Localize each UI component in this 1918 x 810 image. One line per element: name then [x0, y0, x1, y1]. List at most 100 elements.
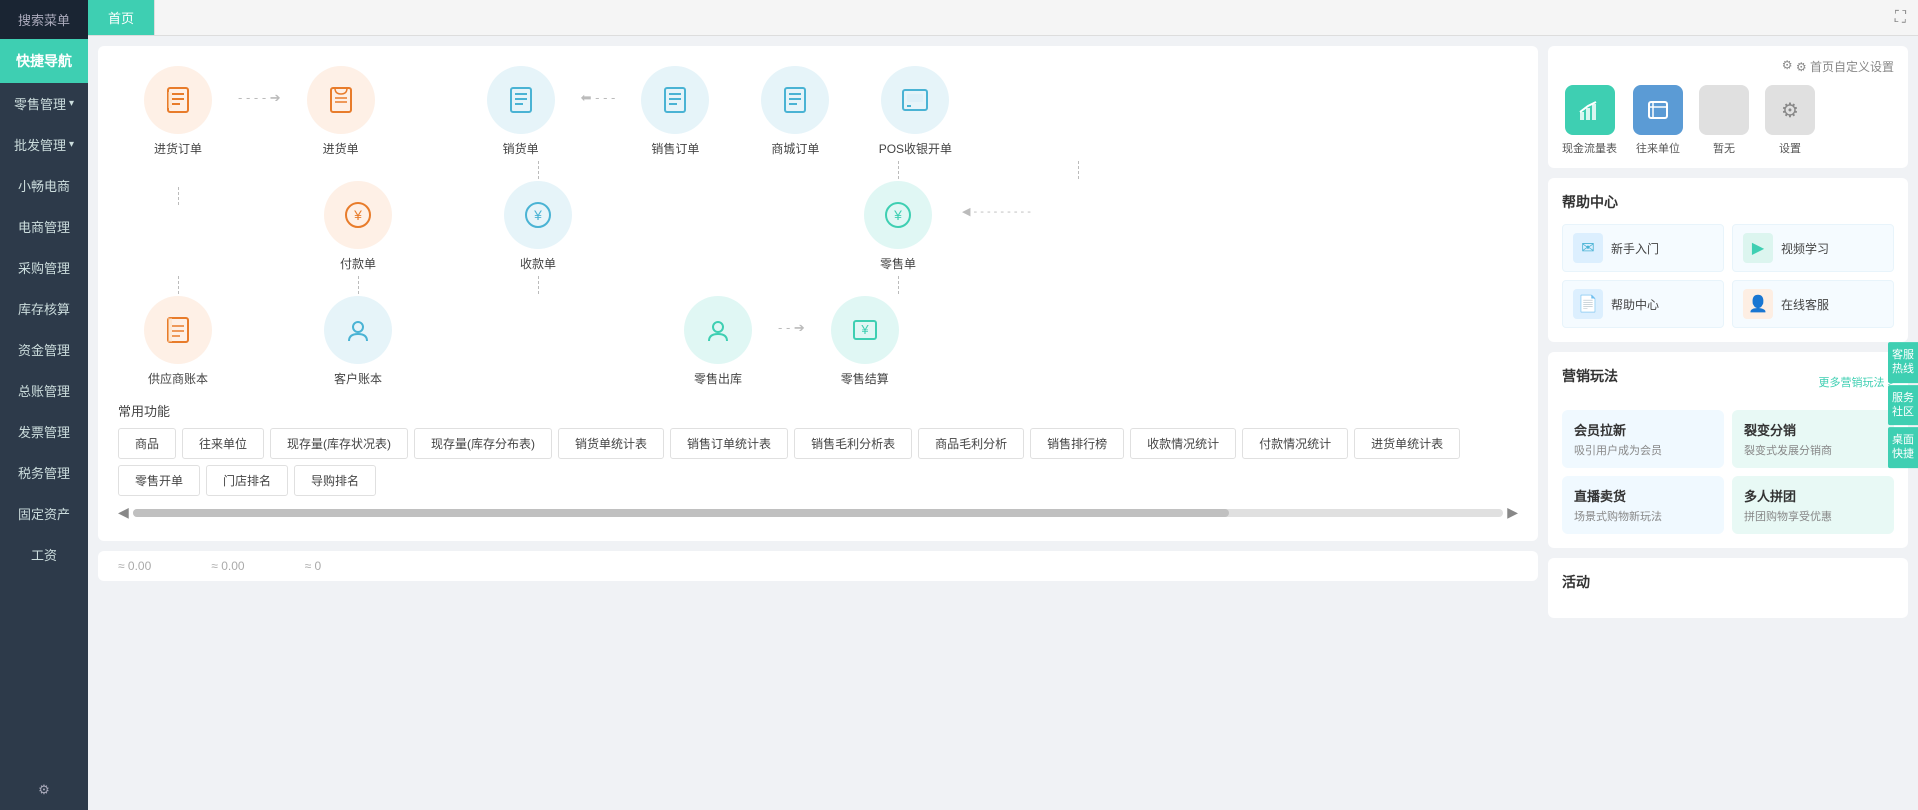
- sidebar-item-ecom-mgmt[interactable]: 电商管理: [0, 206, 88, 247]
- main-panel: 进货订单 - - - - ➔ 进货单: [88, 36, 1548, 810]
- marketing-grid: 会员拉新 吸引用户成为会员 裂变分销 裂变式发展分销商 直播卖货 场景式购物新玩…: [1562, 410, 1894, 534]
- quick-icon-contacts[interactable]: 往来单位: [1633, 85, 1683, 156]
- flow-node-retail-settle[interactable]: ¥ 零售结算: [805, 296, 925, 387]
- marketing-item-member[interactable]: 会员拉新 吸引用户成为会员: [1562, 410, 1724, 468]
- func-btn-6[interactable]: 销售毛利分析表: [794, 428, 912, 459]
- bottom-val-2: ≈ 0.00: [211, 559, 244, 573]
- func-btn-5[interactable]: 销售订单统计表: [670, 428, 788, 459]
- gear-icon-small: ⚙: [1782, 58, 1793, 75]
- sidebar-item-wholesale[interactable]: 批发管理 ▾: [0, 124, 88, 165]
- func-btn-10[interactable]: 付款情况统计: [1242, 428, 1348, 459]
- down-arrow-col1: [118, 181, 238, 211]
- sidebar-item-retail[interactable]: 零售管理 ▾: [0, 83, 88, 124]
- customize-settings[interactable]: ⚙ ⚙ 首页自定义设置: [1562, 58, 1894, 75]
- func-btn-3[interactable]: 现存量(库存分布表): [414, 428, 552, 459]
- marketing-item-live[interactable]: 直播卖货 场景式购物新玩法: [1562, 476, 1724, 534]
- beginner-icon: ✉: [1573, 233, 1603, 263]
- float-btn-desktop[interactable]: 桌面 快捷: [1888, 427, 1918, 468]
- sales-order-icon: [641, 66, 709, 134]
- retail-settle-label: 零售结算: [841, 370, 889, 387]
- member-desc: 吸引用户成为会员: [1574, 442, 1712, 458]
- v-arrow-purchase-order2: [178, 276, 179, 294]
- func-btn-4[interactable]: 销货单统计表: [558, 428, 664, 459]
- payment-label: 付款单: [340, 255, 376, 272]
- sidebar-item-finance[interactable]: 资金管理: [0, 329, 88, 370]
- help-item-beginner[interactable]: ✉ 新手入门: [1562, 224, 1724, 272]
- scroll-right-icon[interactable]: ▶: [1507, 504, 1518, 521]
- flow-node-mall[interactable]: 商城订单: [735, 66, 855, 157]
- service-label: 在线客服: [1781, 296, 1829, 313]
- sidebar-item-tax[interactable]: 税务管理: [0, 452, 88, 493]
- svg-text:¥: ¥: [353, 207, 362, 223]
- quick-icon-none[interactable]: 暂无: [1699, 85, 1749, 156]
- sidebar-item-inventory[interactable]: 库存核算: [0, 288, 88, 329]
- sidebar-item-assets[interactable]: 固定资产: [0, 493, 88, 534]
- flow-node-purchase-order[interactable]: 进货订单: [118, 66, 238, 157]
- func-btn-12[interactable]: 零售开单: [118, 465, 200, 496]
- gear-icon: ⚙: [38, 782, 50, 798]
- settings-label: 设置: [1779, 140, 1801, 156]
- activity-title: 活动: [1562, 572, 1894, 592]
- purchase-order-label: 进货订单: [154, 140, 202, 157]
- flow-node-payment[interactable]: ¥ 付款单: [298, 181, 418, 272]
- func-btn-11[interactable]: 进货单统计表: [1354, 428, 1460, 459]
- flow-node-customer-book[interactable]: 客户账本: [298, 296, 418, 387]
- arrow-3: ⬅ - - -: [581, 66, 616, 106]
- float-btn-community[interactable]: 服务 社区: [1888, 385, 1918, 426]
- flow-node-receipt[interactable]: ¥ 收款单: [478, 181, 598, 272]
- arrow-2: [401, 66, 461, 90]
- marketing-item-group[interactable]: 多人拼团 拼团购物享受优惠: [1732, 476, 1894, 534]
- func-btn-13[interactable]: 门店排名: [206, 465, 288, 496]
- flow-node-retail-out[interactable]: 零售出库: [658, 296, 778, 387]
- none-icon: [1699, 85, 1749, 135]
- float-btn-service[interactable]: 客服 热线: [1888, 342, 1918, 383]
- func-btn-8[interactable]: 销售排行榜: [1030, 428, 1124, 459]
- quick-icon-settings[interactable]: ⚙ 设置: [1765, 85, 1815, 156]
- sales-order-label: 销售订单: [651, 140, 699, 157]
- scroll-track[interactable]: [133, 509, 1503, 517]
- sidebar-settings-icon[interactable]: ⚙: [0, 770, 88, 810]
- func-btn-14[interactable]: 导购排名: [294, 465, 376, 496]
- float-btns: 客服 热线 服务 社区 桌面 快捷: [1888, 342, 1918, 468]
- sidebar-item-ecom[interactable]: 小畅电商: [0, 165, 88, 206]
- v-arrow-sales: [538, 161, 539, 179]
- func-btn-0[interactable]: 商品: [118, 428, 176, 459]
- sidebar-nav-item[interactable]: 快捷导航: [0, 39, 88, 83]
- expand-icon[interactable]: ⛶: [1883, 9, 1918, 27]
- quick-icon-cashflow[interactable]: 现金流量表: [1562, 85, 1617, 156]
- bottom-val-1: ≈ 0.00: [118, 559, 151, 573]
- func-btn-1[interactable]: 往来单位: [182, 428, 264, 459]
- scroll-left-icon[interactable]: ◀: [118, 504, 129, 521]
- marketing-item-fission[interactable]: 裂变分销 裂变式发展分销商: [1732, 410, 1894, 468]
- func-btn-2[interactable]: 现存量(库存状况表): [270, 428, 408, 459]
- flow-node-sales[interactable]: 销货单: [461, 66, 581, 157]
- tab-home[interactable]: 首页: [88, 0, 155, 35]
- quick-icons-row: 现金流量表 往来单位 暂无 ⚙: [1562, 85, 1894, 156]
- sidebar-search[interactable]: 搜索菜单: [0, 0, 88, 39]
- flow-node-retail-order[interactable]: ¥ 零售单: [838, 181, 958, 272]
- sidebar-item-invoice[interactable]: 发票管理: [0, 411, 88, 452]
- flow-node-sales-order[interactable]: 销售订单: [615, 66, 735, 157]
- bottom-val-3: ≈ 0: [305, 559, 322, 573]
- func-btn-9[interactable]: 收款情况统计: [1130, 428, 1236, 459]
- v-arrow-purchase-order: [178, 187, 179, 205]
- sidebar-item-ledger[interactable]: 总账管理: [0, 370, 88, 411]
- help-item-help[interactable]: 📄 帮助中心: [1562, 280, 1724, 328]
- purchase-order-icon: [144, 66, 212, 134]
- sidebar: 搜索菜单 快捷导航 零售管理 ▾ 批发管理 ▾ 小畅电商 电商管理 采购管理 库…: [0, 0, 88, 810]
- svg-text:¥: ¥: [533, 207, 542, 223]
- help-item-service[interactable]: 👤 在线客服: [1732, 280, 1894, 328]
- live-desc: 场景式购物新玩法: [1574, 508, 1712, 524]
- sidebar-item-salary[interactable]: 工资: [0, 534, 88, 575]
- flow-node-supplier-book[interactable]: 供应商账本: [118, 296, 238, 387]
- content-area: 进货订单 - - - - ➔ 进货单: [88, 36, 1918, 810]
- tab-bar: 首页 ⛶: [88, 0, 1918, 36]
- marketing-more[interactable]: 更多营销玩法 >: [1819, 374, 1894, 390]
- func-btn-7[interactable]: 商品毛利分析: [918, 428, 1024, 459]
- sidebar-item-purchase[interactable]: 采购管理: [0, 247, 88, 288]
- quick-nav-card: 进货订单 - - - - ➔ 进货单: [98, 46, 1538, 541]
- help-item-video[interactable]: ▶ 视频学习: [1732, 224, 1894, 272]
- chevron-down-icon: ▾: [69, 98, 74, 109]
- flow-node-purchase[interactable]: 进货单: [281, 66, 401, 157]
- flow-node-pos[interactable]: POS收银开单: [855, 66, 975, 157]
